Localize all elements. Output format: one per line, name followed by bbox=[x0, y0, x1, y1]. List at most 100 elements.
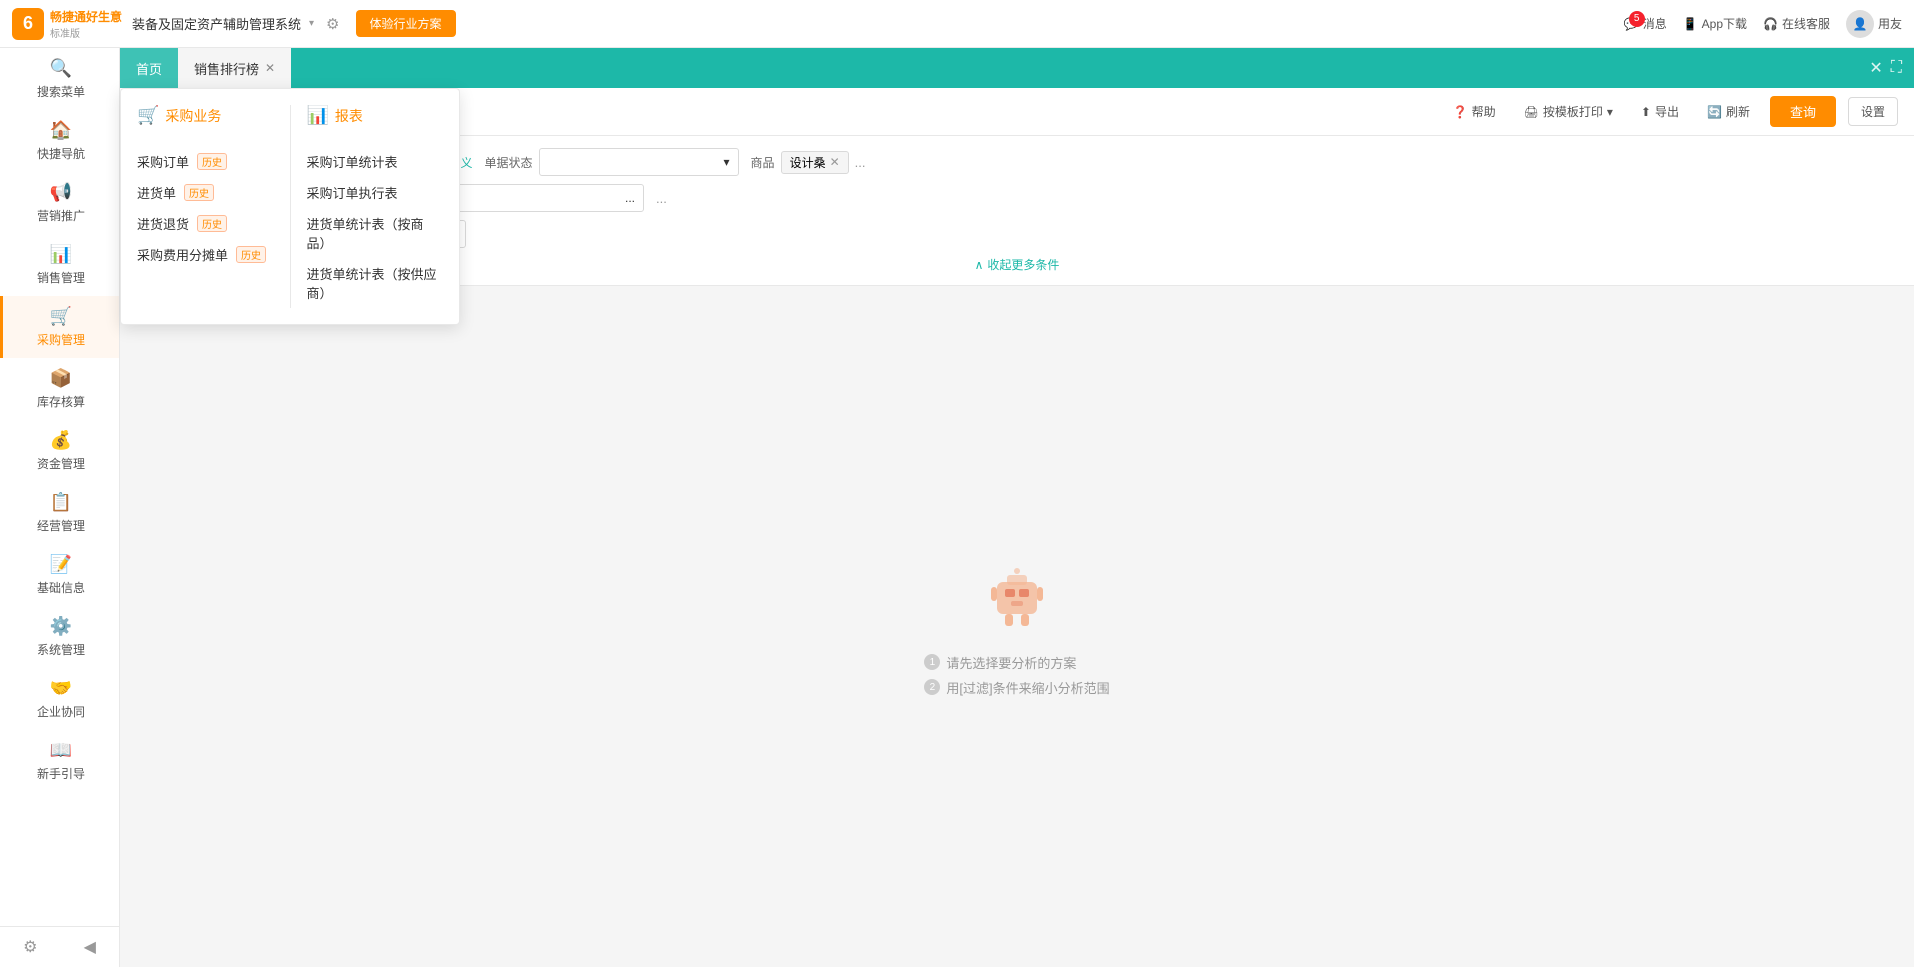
sales-icon: 📊 bbox=[50, 244, 72, 265]
col-divider bbox=[290, 105, 291, 308]
status-label: 单据状态 bbox=[485, 154, 533, 171]
online-service-action[interactable]: 🎧 在线客服 bbox=[1763, 15, 1830, 32]
dropdown-item-purchase-incoming[interactable]: 进货单 历史 bbox=[137, 177, 274, 208]
goods-tag-text: 设计桑 bbox=[790, 154, 826, 171]
collapse-label: 收起更多条件 bbox=[987, 256, 1059, 273]
collapse-up-icon: ∧ bbox=[975, 258, 984, 272]
home-icon: 🏠 bbox=[50, 120, 72, 141]
marketing-icon: 📢 bbox=[50, 182, 72, 203]
sidebar-item-search[interactable]: 🔍 搜索菜单 bbox=[0, 48, 119, 110]
dropdown-col1-label: 采购业务 bbox=[165, 106, 221, 126]
headset-icon: 🎧 bbox=[1763, 17, 1778, 31]
export-button[interactable]: ⬆ 导出 bbox=[1633, 99, 1687, 124]
tab-home-label: 首页 bbox=[136, 59, 162, 78]
dropdown-item-order-exec[interactable]: 采购订单执行表 bbox=[307, 177, 444, 208]
sidebar-label-search: 搜索菜单 bbox=[37, 83, 85, 100]
business-icon: 📋 bbox=[50, 492, 72, 513]
top-header: 6 畅捷通好生意 标准版 装备及固定资产辅助管理系统 ▾ ⚙ 体验行业方案 💬 … bbox=[0, 0, 1914, 48]
tab-bar: 首页 销售排行榜 ✕ ✕ ⛶ bbox=[120, 48, 1914, 88]
sidebar-item-marketing[interactable]: 📢 营销推广 bbox=[0, 172, 119, 234]
salesman-dots[interactable]: ... bbox=[625, 191, 635, 205]
sidebar-settings-button[interactable]: ⚙ bbox=[23, 937, 37, 957]
help-button[interactable]: ❓ 帮助 bbox=[1445, 99, 1504, 124]
refresh-icon: 🔄 bbox=[1707, 105, 1722, 119]
sidebar-item-inventory[interactable]: 📦 库存核算 bbox=[0, 358, 119, 420]
dropdown-item-incoming-stat-goods[interactable]: 进货单统计表（按商品） bbox=[307, 208, 444, 258]
sidebar-label-sales: 销售管理 bbox=[37, 269, 85, 286]
search-icon: 🔍 bbox=[50, 58, 72, 79]
user-action[interactable]: 👤 用友 bbox=[1846, 10, 1902, 38]
purchase-expense-hist: 历史 bbox=[236, 246, 266, 263]
purchase-dropdown-menu: 🛒 采购业务 采购订单 历史 进货单 历史 进货退货 历史 采购费用分摊单 历史 bbox=[120, 88, 460, 325]
print-button[interactable]: 🖨 按模板打印 ▾ bbox=[1516, 99, 1621, 124]
print-dropdown-icon[interactable]: ▾ bbox=[1607, 105, 1613, 119]
refresh-label: 刷新 bbox=[1726, 103, 1750, 120]
dropdown-item-purchase-order[interactable]: 采购订单 历史 bbox=[137, 146, 274, 177]
print-label: 按模板打印 bbox=[1543, 103, 1603, 120]
refresh-button[interactable]: 🔄 刷新 bbox=[1699, 99, 1758, 124]
purchase-icon: 🛒 bbox=[50, 306, 72, 327]
industry-button[interactable]: 体验行业方案 bbox=[356, 10, 456, 37]
system-dropdown-arrow[interactable]: ▾ bbox=[309, 18, 314, 29]
filter-status: 单据状态 ▾ bbox=[485, 148, 739, 176]
dropdown-item-purchase-return[interactable]: 进货退货 历史 bbox=[137, 208, 274, 239]
dropdown-item-order-stat[interactable]: 采购订单统计表 bbox=[307, 146, 444, 177]
order-exec-label: 采购订单执行表 bbox=[307, 183, 398, 202]
query-button[interactable]: 查询 bbox=[1770, 96, 1836, 127]
empty-tip-1-text: 请先选择要分析的方案 bbox=[946, 653, 1076, 672]
system-name: 装备及固定资产辅助管理系统 bbox=[132, 14, 301, 33]
sidebar-item-quick-nav[interactable]: 🏠 快捷导航 bbox=[0, 110, 119, 172]
status-select[interactable]: ▾ bbox=[539, 148, 739, 176]
goods-label: 商品 bbox=[751, 154, 775, 171]
incoming-stat-supplier-label: 进货单统计表（按供应商） bbox=[307, 264, 444, 302]
sidebar: 🔍 搜索菜单 🏠 快捷导航 📢 营销推广 📊 销售管理 🛒 采购管理 📦 库存核… bbox=[0, 48, 120, 967]
sidebar-item-basic-info[interactable]: 📝 基础信息 bbox=[0, 544, 119, 606]
tab-close-icon[interactable]: ✕ bbox=[265, 61, 275, 75]
sidebar-item-guide[interactable]: 📖 新手引导 bbox=[0, 730, 119, 792]
app-download-action[interactable]: 📱 App下载 bbox=[1683, 15, 1747, 32]
message-action[interactable]: 💬 5 消息 bbox=[1624, 15, 1667, 32]
dropdown-item-purchase-expense[interactable]: 采购费用分摊单 历史 bbox=[137, 239, 274, 270]
tab-expand-icon[interactable]: ⛶ bbox=[1891, 59, 1902, 77]
tab-close-window-icon[interactable]: ✕ bbox=[1869, 58, 1882, 78]
sidebar-item-enterprise[interactable]: 🤝 企业协同 bbox=[0, 668, 119, 730]
system-icon: ⚙️ bbox=[50, 616, 72, 637]
salesman-select[interactable]: ... bbox=[444, 184, 644, 212]
header-settings-icon[interactable]: ⚙ bbox=[326, 15, 339, 33]
goods-tag-close[interactable]: ✕ bbox=[830, 155, 840, 169]
enterprise-icon: 🤝 bbox=[50, 678, 72, 699]
incoming-stat-goods-label: 进货单统计表（按商品） bbox=[307, 214, 444, 252]
online-service-label: 在线客服 bbox=[1782, 15, 1830, 32]
extra-dots[interactable]: ... bbox=[656, 191, 667, 206]
print-icon: 🖨 bbox=[1524, 105, 1539, 119]
sidebar-collapse-button[interactable]: ◀ bbox=[84, 937, 96, 957]
sidebar-item-business[interactable]: 📋 经营管理 bbox=[0, 482, 119, 544]
collapse-button[interactable]: ∧ 收起更多条件 bbox=[975, 256, 1060, 273]
purchase-incoming-hist: 历史 bbox=[184, 184, 214, 201]
filter-extra-dots[interactable]: ... bbox=[656, 191, 836, 206]
message-badge: 5 bbox=[1629, 11, 1645, 27]
user-label: 用友 bbox=[1878, 15, 1902, 32]
sidebar-label-basic-info: 基础信息 bbox=[37, 579, 85, 596]
goods-tag: 设计桑 ✕ bbox=[781, 151, 849, 174]
tab-sales-rank[interactable]: 销售排行榜 ✕ bbox=[178, 48, 291, 88]
purchase-expense-label: 采购费用分摊单 bbox=[137, 245, 228, 264]
tab-home[interactable]: 首页 bbox=[120, 48, 178, 88]
empty-tip-2-text: 用[过滤]条件来缩小分析范围 bbox=[946, 678, 1109, 697]
sidebar-item-capital[interactable]: 💰 资金管理 bbox=[0, 420, 119, 482]
help-label: 帮助 bbox=[1472, 103, 1496, 120]
dropdown-col2-label: 报表 bbox=[335, 106, 363, 126]
purchase-col-icon: 🛒 bbox=[137, 105, 159, 126]
sidebar-item-system[interactable]: ⚙️ 系统管理 bbox=[0, 606, 119, 668]
goods-dots[interactable]: ... bbox=[855, 155, 866, 170]
dropdown-item-incoming-stat-supplier[interactable]: 进货单统计表（按供应商） bbox=[307, 258, 444, 308]
inventory-icon: 📦 bbox=[50, 368, 72, 389]
sidebar-item-purchase[interactable]: 🛒 采购管理 bbox=[0, 296, 119, 358]
sidebar-item-sales[interactable]: 📊 销售管理 bbox=[0, 234, 119, 296]
message-icon-wrapper: 💬 5 bbox=[1624, 17, 1639, 31]
user-avatar: 👤 bbox=[1846, 10, 1874, 38]
sidebar-label-inventory: 库存核算 bbox=[37, 393, 85, 410]
sidebar-label-business: 经营管理 bbox=[37, 517, 85, 534]
logo-text: 畅捷通好生意 标准版 bbox=[50, 8, 122, 40]
settings-button[interactable]: 设置 bbox=[1848, 97, 1898, 126]
